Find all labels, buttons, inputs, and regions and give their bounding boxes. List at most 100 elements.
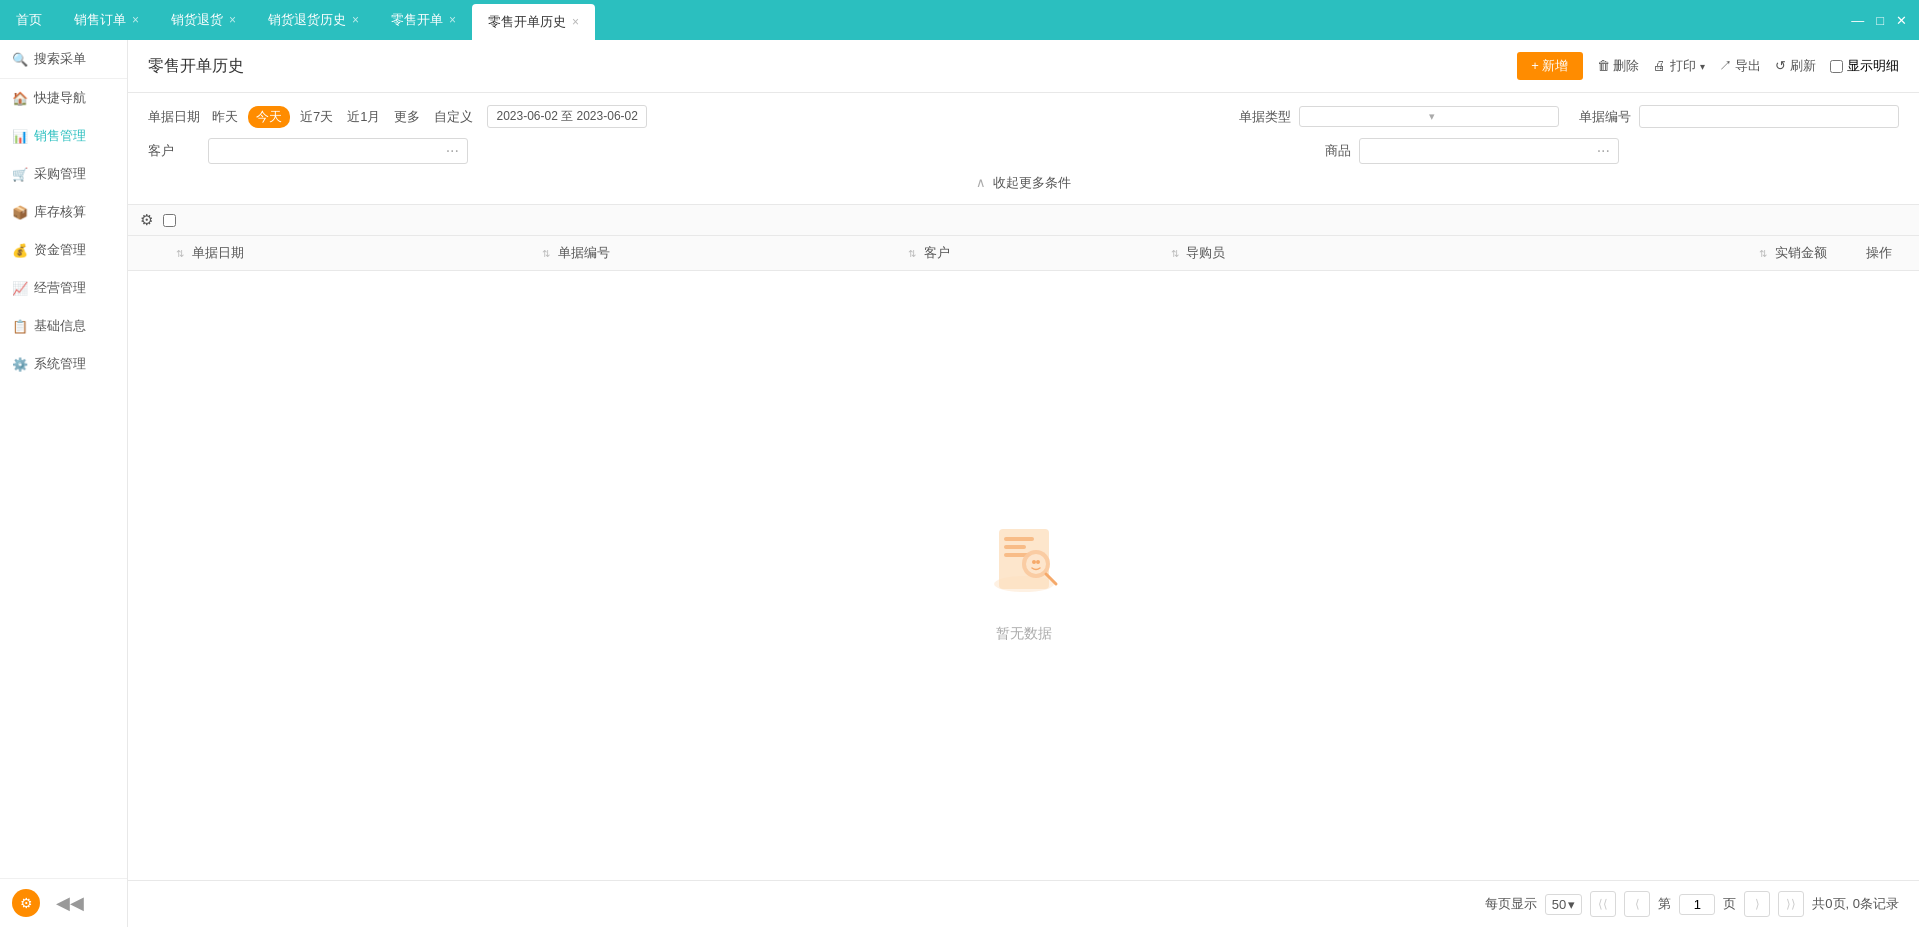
last-page-button[interactable]: ⟩⟩ (1778, 891, 1804, 917)
doc-type-label: 单据类型 (1239, 108, 1291, 126)
current-page-input[interactable] (1679, 894, 1715, 915)
doc-type-chevron-icon: ▾ (1429, 110, 1550, 123)
delete-button[interactable]: 🗑 删除 (1597, 57, 1640, 75)
display-detail-checkbox-label[interactable]: 显示明细 (1830, 57, 1899, 75)
date-opt-today[interactable]: 今天 (248, 106, 290, 128)
print-button[interactable]: 🖨 打印 (1653, 57, 1705, 75)
col-customer-label: 客户 (924, 245, 950, 260)
close-btn[interactable]: ✕ (1896, 13, 1907, 28)
date-opt-last7[interactable]: 近7天 (296, 106, 337, 128)
tab-home-label: 首页 (16, 11, 42, 29)
table-settings-icon[interactable]: ⚙ (140, 211, 153, 229)
sidebar-item-label: 销售管理 (34, 127, 86, 145)
col-salesperson[interactable]: ⇅ 导购员 (1159, 236, 1473, 271)
toolbar: + 新增 🗑 删除 🖨 打印 ↗ 导出 ↺ 刷新 显示明细 (1517, 52, 1899, 80)
doc-number-input[interactable] (1648, 109, 1890, 124)
col-date-label: 单据日期 (192, 245, 244, 260)
first-page-button[interactable]: ⟨⟨ (1590, 891, 1616, 917)
svg-point-6 (1026, 554, 1046, 574)
sort-number-icon: ⇅ (542, 248, 550, 259)
tab-retail-open-history-close[interactable]: × (572, 15, 579, 29)
date-opt-yesterday[interactable]: 昨天 (208, 106, 242, 128)
filter-row-2: 客户 ··· 商品 ··· (148, 138, 1899, 164)
minimize-btn[interactable]: — (1851, 13, 1864, 28)
date-opt-custom[interactable]: 自定义 (430, 106, 477, 128)
settings-gear-button[interactable]: ⚙ (12, 889, 40, 917)
sidebar-item-inventory[interactable]: 📦 库存核算 (0, 193, 127, 231)
data-table: ⇅ 单据日期 ⇅ 单据编号 ⇅ 客户 ⇅ 导购员 (128, 236, 1919, 271)
product-input[interactable] (1368, 144, 1593, 159)
col-number-label: 单据编号 (558, 245, 610, 260)
purchase-mgmt-icon: 🛒 (12, 167, 28, 182)
refresh-button[interactable]: ↺ 刷新 (1775, 57, 1816, 75)
sidebar-item-sales-mgmt[interactable]: 📊 销售管理 (0, 117, 127, 155)
sidebar-item-purchase-mgmt[interactable]: 🛒 采购管理 (0, 155, 127, 193)
table-header-row: ⇅ 单据日期 ⇅ 单据编号 ⇅ 客户 ⇅ 导购员 (128, 236, 1919, 271)
doc-type-select[interactable]: ▾ (1299, 106, 1559, 127)
sidebar-item-operations[interactable]: 📈 经营管理 (0, 269, 127, 307)
sidebar-search[interactable]: 🔍 搜索采单 (0, 40, 127, 79)
finance-icon: 💰 (12, 243, 28, 258)
sidebar-item-system[interactable]: ⚙️ 系统管理 (0, 345, 127, 383)
pagination: 每页显示 50 ▾ ⟨⟨ ⟨ 第 页 ⟩ ⟩⟩ 共0页, 0条记录 (128, 880, 1919, 927)
per-page-select[interactable]: 50 ▾ (1545, 894, 1582, 915)
tab-sales-return-history[interactable]: 销货退货历史 × (252, 0, 375, 40)
col-checkbox (128, 236, 164, 271)
tab-sales-return-history-close[interactable]: × (352, 13, 359, 27)
sidebar-item-label: 基础信息 (34, 317, 86, 335)
tab-sales-return-close[interactable]: × (229, 13, 236, 27)
maximize-btn[interactable]: □ (1876, 13, 1884, 28)
sort-date-icon: ⇅ (176, 248, 184, 259)
doc-number-field: 单据编号 (1579, 105, 1899, 128)
tab-sales-order[interactable]: 销售订单 × (58, 0, 155, 40)
col-customer[interactable]: ⇅ 客户 (896, 236, 1158, 271)
col-salesperson-label: 导购员 (1186, 245, 1225, 260)
tab-retail-open-close[interactable]: × (449, 13, 456, 27)
tab-retail-open-label: 零售开单 (391, 11, 443, 29)
sidebar-item-quick-nav[interactable]: 🏠 快捷导航 (0, 79, 127, 117)
sort-amount-icon: ⇅ (1759, 248, 1767, 259)
add-button[interactable]: + 新增 (1517, 52, 1582, 80)
window-controls: — □ ✕ (1851, 13, 1919, 28)
col-action-label: 操作 (1866, 245, 1892, 260)
tab-sales-order-close[interactable]: × (132, 13, 139, 27)
sidebar: 🔍 搜索采单 🏠 快捷导航 📊 销售管理 🛒 采购管理 📦 库存核算 💰 资金管… (0, 40, 128, 927)
sidebar-item-basic-info[interactable]: 📋 基础信息 (0, 307, 127, 345)
sort-customer-icon: ⇅ (908, 248, 916, 259)
filter-area: 单据日期 昨天 今天 近7天 近1月 更多 自定义 2023-06-02 至 2… (128, 93, 1919, 205)
tab-bar: 首页 销售订单 × 销货退货 × 销货退货历史 × 零售开单 × 零售开单历史 … (0, 0, 1919, 40)
next-page-button[interactable]: ⟩ (1744, 891, 1770, 917)
inventory-icon: 📦 (12, 205, 28, 220)
date-opt-last1month[interactable]: 近1月 (343, 106, 384, 128)
date-range-display[interactable]: 2023-06-02 至 2023-06-02 (487, 105, 646, 128)
system-icon: ⚙️ (12, 357, 28, 372)
display-detail-checkbox[interactable] (1830, 60, 1843, 73)
customer-ellipsis-icon[interactable]: ··· (446, 142, 459, 160)
sidebar-item-label: 经营管理 (34, 279, 86, 297)
tab-retail-open-history-label: 零售开单历史 (488, 13, 566, 31)
per-page-chevron-icon: ▾ (1568, 897, 1575, 912)
sidebar-collapse-button[interactable]: ◀◀ (56, 892, 84, 914)
tab-retail-open-history[interactable]: 零售开单历史 × (472, 4, 595, 40)
content-area: 零售开单历史 + 新增 🗑 删除 🖨 打印 ↗ 导出 ↺ 刷新 显示明细 单据日… (128, 40, 1919, 927)
customer-input-wrap: ··· (208, 138, 468, 164)
col-number[interactable]: ⇅ 单据编号 (530, 236, 896, 271)
svg-point-9 (1036, 560, 1040, 564)
tab-retail-open[interactable]: 零售开单 × (375, 0, 472, 40)
product-ellipsis-icon[interactable]: ··· (1597, 142, 1610, 160)
collapse-more-button[interactable]: ∧ 收起更多条件 (148, 174, 1899, 192)
export-button[interactable]: ↗ 导出 (1719, 57, 1762, 75)
tab-home[interactable]: 首页 (0, 0, 58, 40)
collapse-label: 收起更多条件 (993, 175, 1071, 190)
sales-mgmt-icon: 📊 (12, 129, 28, 144)
col-date[interactable]: ⇅ 单据日期 (164, 236, 530, 271)
prev-page-button[interactable]: ⟨ (1624, 891, 1650, 917)
sidebar-item-finance[interactable]: 💰 资金管理 (0, 231, 127, 269)
tab-sales-return[interactable]: 销货退货 × (155, 0, 252, 40)
total-info: 共0页, 0条记录 (1812, 895, 1899, 913)
per-page-label: 每页显示 (1485, 895, 1537, 913)
customer-input[interactable] (217, 144, 442, 159)
col-amount[interactable]: ⇅ 实销金额 (1473, 236, 1839, 271)
date-opt-more[interactable]: 更多 (390, 106, 424, 128)
select-all-checkbox[interactable] (163, 214, 176, 227)
